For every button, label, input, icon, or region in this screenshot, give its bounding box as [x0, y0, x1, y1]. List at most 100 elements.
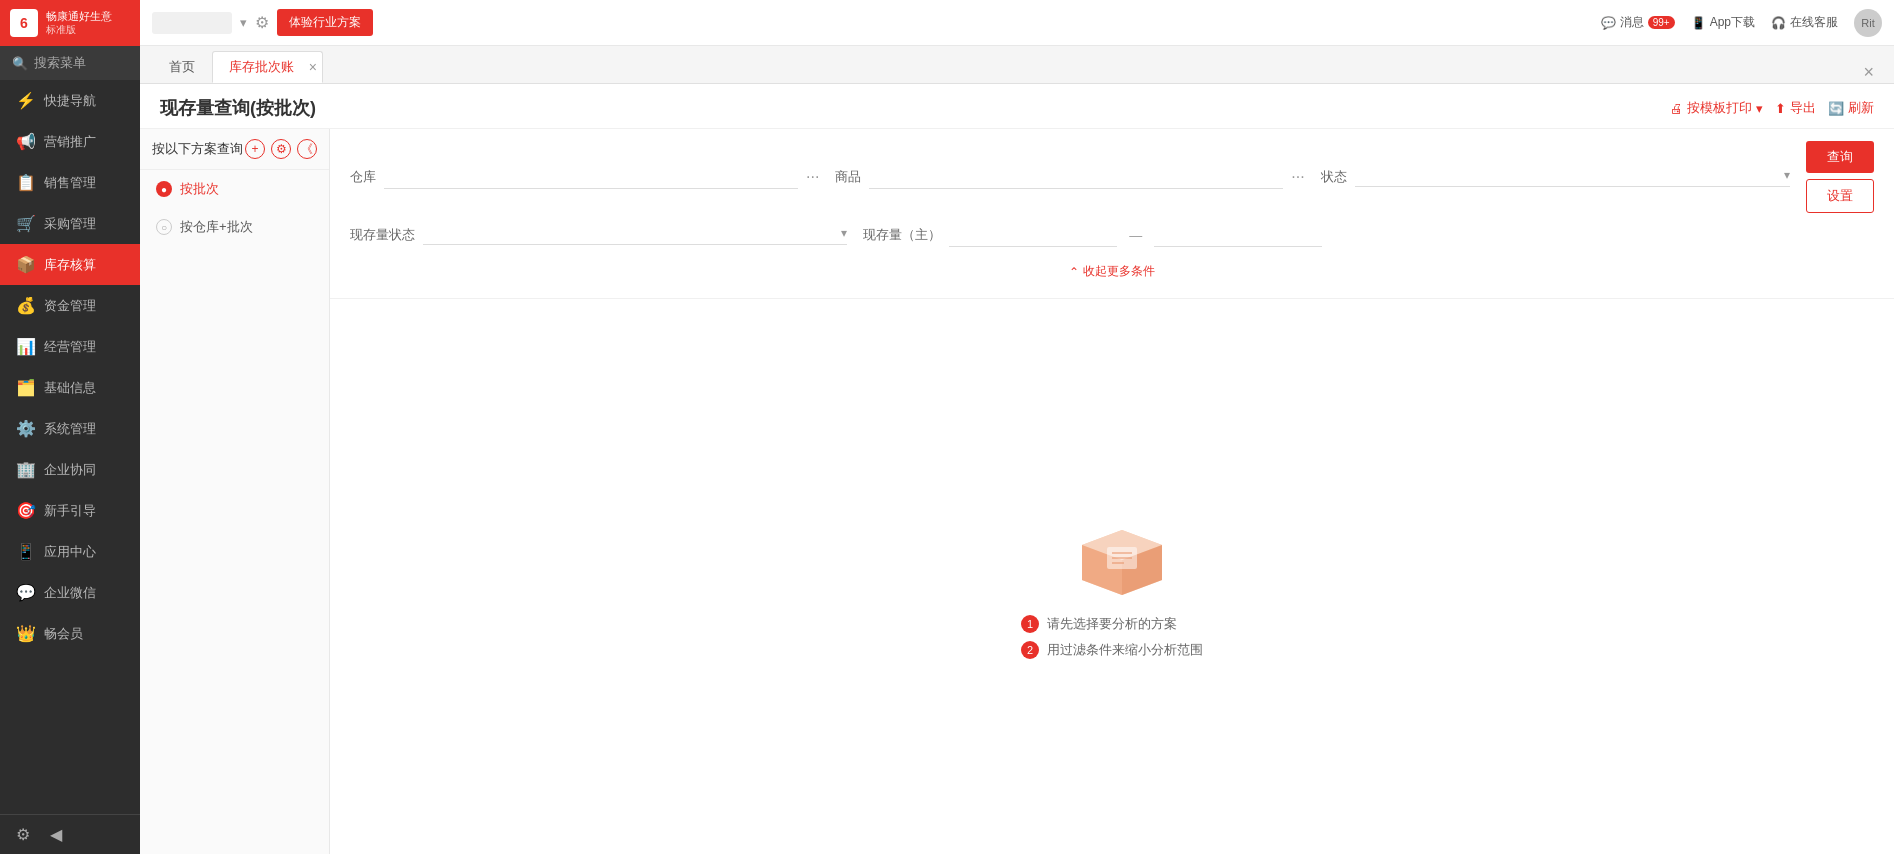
left-panel-header: 按以下方案查询 + ⚙ 《	[140, 129, 329, 170]
sidebar-item-app-center[interactable]: 📱 应用中心	[0, 531, 140, 572]
collapse-sidebar-icon[interactable]: ◀	[50, 825, 62, 844]
sidebar-item-basic[interactable]: 🗂️ 基础信息	[0, 367, 140, 408]
sidebar-item-wechat[interactable]: 💬 企业微信	[0, 572, 140, 613]
sidebar-footer: ⚙ ◀	[0, 814, 140, 854]
sidebar-item-vip[interactable]: 👑 畅会员	[0, 613, 140, 654]
dropdown-icon[interactable]: ▾	[240, 15, 247, 30]
sidebar-item-marketing[interactable]: 📢 营销推广	[0, 121, 140, 162]
message-icon: 💬	[1601, 16, 1616, 30]
industry-btn[interactable]: 体验行业方案	[277, 9, 373, 36]
filter-actions: 查询 设置	[1806, 141, 1874, 213]
empty-illustration	[1062, 495, 1162, 595]
quantity-from-input[interactable]	[949, 223, 1117, 247]
inventory-icon: 📦	[16, 255, 36, 274]
sidebar-item-label: 资金管理	[44, 297, 96, 315]
product-filter-group: 商品 ···	[835, 165, 1304, 189]
sidebar-item-sales[interactable]: 📋 销售管理	[0, 162, 140, 203]
search-menu-button[interactable]: 🔍 搜索菜单	[0, 46, 140, 80]
operations-icon: 📊	[16, 337, 36, 356]
quantity-filter-group: 现存量（主） —	[863, 223, 1360, 247]
sidebar-item-inventory[interactable]: 📦 库存核算	[0, 244, 140, 285]
product-more-btn[interactable]: ···	[1291, 168, 1304, 186]
filter-row-2: 现存量状态 ▾ 现存量（主） —	[350, 223, 1874, 247]
export-btn[interactable]: ⬆ 导出	[1775, 99, 1816, 117]
filter-area: 仓库 ··· 商品 ··· 状态	[330, 129, 1894, 299]
gear-icon: ⚙	[276, 142, 287, 156]
tab-global-close-btn[interactable]: ×	[1855, 62, 1882, 83]
headset-icon: 🎧	[1771, 16, 1786, 30]
topbar-right: 💬 消息 99+ 📱 App下载 🎧 在线客服 Rit	[1601, 9, 1882, 37]
sidebar-item-label: 库存核算	[44, 256, 96, 274]
user-avatar-btn[interactable]: Rit	[1854, 9, 1882, 37]
inactive-schema-dot: ○	[156, 219, 172, 235]
schema-by-warehouse-batch-label: 按仓库+批次	[180, 218, 253, 236]
query-btn[interactable]: 查询	[1806, 141, 1874, 173]
collapse-more-conditions[interactable]: ⌃ 收起更多条件	[350, 257, 1874, 286]
sidebar-item-label: 营销推广	[44, 133, 96, 151]
sidebar-item-newbie[interactable]: 🎯 新手引导	[0, 490, 140, 531]
quantity-label: 现存量（主）	[863, 226, 941, 244]
tab-close-icon[interactable]: ×	[309, 60, 317, 74]
add-schema-btn[interactable]: +	[245, 139, 265, 159]
tip-item-1: 1 请先选择要分析的方案	[1021, 615, 1203, 633]
warehouse-label: 仓库	[350, 168, 376, 186]
sidebar-item-finance[interactable]: 💰 资金管理	[0, 285, 140, 326]
active-schema-dot: ●	[156, 181, 172, 197]
settings-btn[interactable]: 设置	[1806, 179, 1874, 213]
warehouse-filter-group: 仓库 ···	[350, 165, 819, 189]
warehouse-more-btn[interactable]: ···	[806, 168, 819, 186]
tab-batch-label: 库存批次账	[229, 59, 294, 74]
plus-icon: +	[251, 142, 258, 156]
page-header: 现存量查询(按批次) 🖨 按模板打印 ▾ ⬆ 导出 🔄 刷新	[140, 84, 1894, 129]
sidebar-item-purchase[interactable]: 🛒 采购管理	[0, 203, 140, 244]
refresh-icon: 🔄	[1828, 101, 1844, 116]
app-download-label: App下载	[1710, 14, 1755, 31]
online-support-label: 在线客服	[1790, 14, 1838, 31]
sidebar-item-label: 采购管理	[44, 215, 96, 233]
quantity-to-input[interactable]	[1154, 223, 1322, 247]
tip-item-2: 2 用过滤条件来缩小分析范围	[1021, 641, 1203, 659]
settings-topbar-icon[interactable]: ⚙	[255, 13, 269, 32]
printer-icon: 🖨	[1670, 101, 1683, 116]
page-title: 现存量查询(按批次)	[160, 96, 316, 120]
app-download-btn[interactable]: 📱 App下载	[1691, 14, 1755, 31]
settings-footer-icon[interactable]: ⚙	[16, 825, 30, 844]
inventory-status-chevron-icon[interactable]: ▾	[841, 226, 847, 240]
topbar-left: ▾ ⚙ 体验行业方案	[152, 9, 1593, 36]
status-filter-group: 状态 ▾	[1321, 168, 1790, 187]
edition-label: 标准版	[46, 23, 112, 37]
sidebar-item-enterprise[interactable]: 🏢 企业协同	[0, 449, 140, 490]
schema-settings-btn[interactable]: ⚙	[271, 139, 291, 159]
tip-text-1: 请先选择要分析的方案	[1047, 615, 1177, 633]
product-input[interactable]	[869, 165, 1283, 189]
search-icon: 🔍	[12, 56, 28, 71]
sidebar-item-operations[interactable]: 📊 经营管理	[0, 326, 140, 367]
refresh-label: 刷新	[1848, 99, 1874, 117]
schema-collapse-btn[interactable]: 《	[297, 139, 317, 159]
inventory-status-select-wrapper: ▾	[423, 226, 847, 245]
tab-batch-account[interactable]: 库存批次账 ×	[212, 51, 323, 83]
tab-home[interactable]: 首页	[152, 51, 212, 83]
messages-btn[interactable]: 💬 消息 99+	[1601, 14, 1675, 31]
status-chevron-icon[interactable]: ▾	[1784, 168, 1790, 182]
sidebar-item-label: 快捷导航	[44, 92, 96, 110]
breadcrumb-input[interactable]	[152, 12, 232, 34]
template-print-btn[interactable]: 🖨 按模板打印 ▾	[1670, 99, 1763, 117]
sidebar-item-label: 系统管理	[44, 420, 96, 438]
sidebar-item-system[interactable]: ⚙️ 系统管理	[0, 408, 140, 449]
company-name: 畅康通好生意	[46, 9, 112, 23]
refresh-btn[interactable]: 🔄 刷新	[1828, 99, 1874, 117]
purchase-icon: 🛒	[16, 214, 36, 233]
wechat-icon: 💬	[16, 583, 36, 602]
sidebar-item-label: 新手引导	[44, 502, 96, 520]
warehouse-input[interactable]	[384, 165, 798, 189]
online-support-btn[interactable]: 🎧 在线客服	[1771, 14, 1838, 31]
schema-by-warehouse-batch[interactable]: ○ 按仓库+批次	[140, 208, 329, 246]
sidebar-item-label: 应用中心	[44, 543, 96, 561]
schema-by-batch-label: 按批次	[180, 180, 219, 198]
schema-by-batch[interactable]: ● 按批次	[140, 170, 329, 208]
tip-num-2: 2	[1021, 641, 1039, 659]
sidebar-item-quick-nav[interactable]: ⚡ 快捷导航	[0, 80, 140, 121]
messages-badge: 99+	[1648, 16, 1675, 29]
quantity-dash: —	[1125, 228, 1146, 243]
